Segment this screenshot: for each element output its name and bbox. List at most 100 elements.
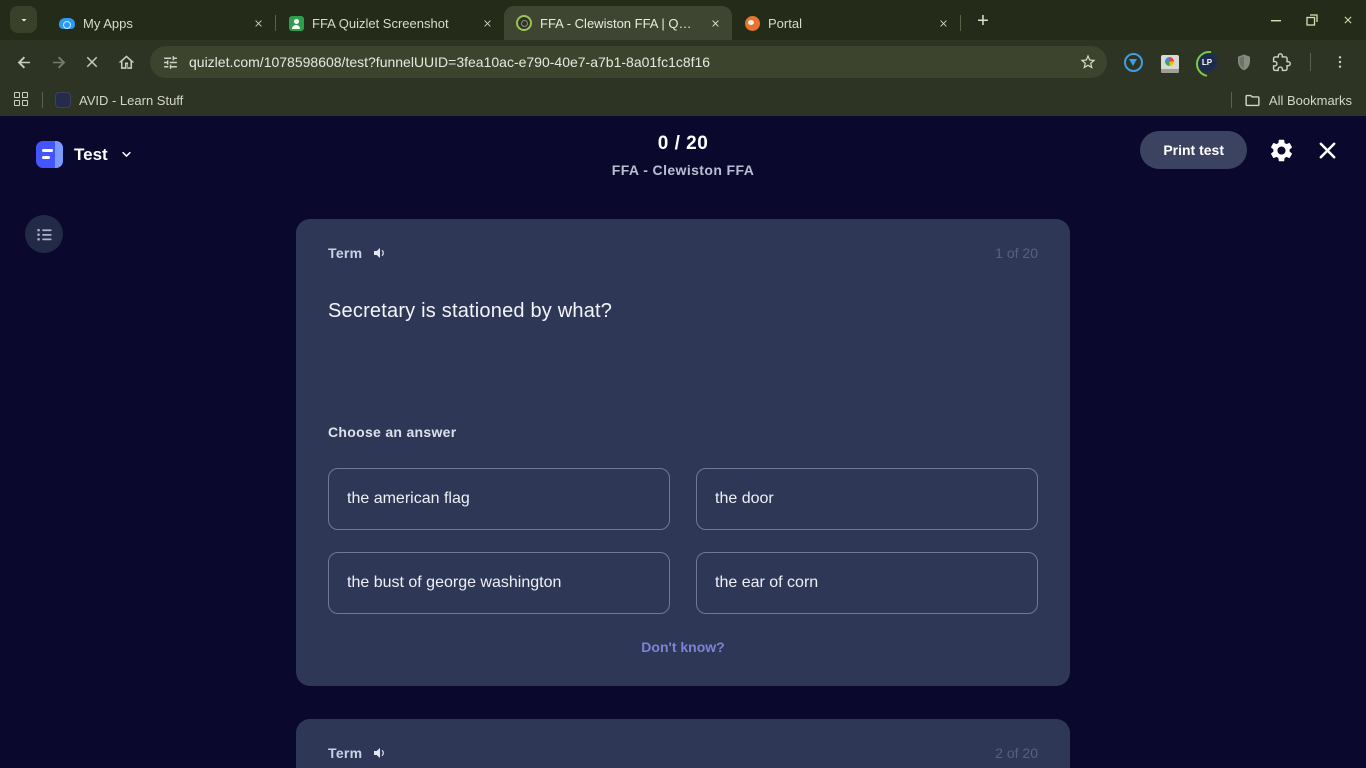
browser-menu-button[interactable] xyxy=(1328,50,1352,74)
quizlet-test-page: Test 0 / 20 FFA - Clewiston FFA Print te… xyxy=(0,116,1366,768)
tab-my-apps[interactable]: My Apps xyxy=(47,6,275,40)
window-restore-button[interactable] xyxy=(1294,0,1330,40)
toolbar-separator xyxy=(1310,53,1311,71)
answer-option-3[interactable]: the bust of george washington xyxy=(328,552,670,614)
question-text: Secretary is stationed by what? xyxy=(328,300,613,322)
extensions-area: LP xyxy=(1115,50,1358,74)
tab-title: FFA Quizlet Screenshot xyxy=(312,15,449,31)
folder-icon xyxy=(1245,94,1260,106)
chevron-down-icon xyxy=(122,151,131,157)
tab-close-icon[interactable] xyxy=(249,14,267,32)
bookmark-star-button[interactable] xyxy=(1079,53,1097,71)
test-progress-header: 0 / 20 FFA - Clewiston FFA xyxy=(612,133,754,178)
tab-ffa-screenshot[interactable]: FFA Quizlet Screenshot xyxy=(276,6,504,40)
progress-counter: 0 / 20 xyxy=(657,133,709,154)
window-close-button[interactable] xyxy=(1330,0,1366,40)
home-button[interactable] xyxy=(110,46,142,78)
tab-title: Portal xyxy=(768,15,802,31)
card-header: Term 1 of 20 xyxy=(328,245,1038,261)
new-tab-button[interactable]: + xyxy=(969,7,997,35)
question-list-toggle-button[interactable] xyxy=(25,215,63,253)
forward-arrow-icon xyxy=(52,55,65,69)
close-test-button[interactable] xyxy=(1316,139,1339,162)
dont-know-row: Don't know? xyxy=(328,639,1038,657)
dont-know-button[interactable]: Don't know? xyxy=(641,639,724,655)
close-icon xyxy=(1319,142,1336,158)
apps-grid-icon xyxy=(14,92,30,108)
answer-option-2[interactable]: the door xyxy=(696,468,1038,530)
shield-extension-icon[interactable] xyxy=(1232,50,1256,74)
chevron-down-icon xyxy=(21,18,26,21)
three-dot-menu-icon xyxy=(1338,56,1342,68)
back-button[interactable] xyxy=(8,46,40,78)
bookmarks-separator xyxy=(42,92,43,108)
home-icon xyxy=(118,54,134,69)
test-mode-menu[interactable]: Test xyxy=(36,141,134,168)
screenshot-favicon-icon xyxy=(288,15,304,31)
test-mode-icon xyxy=(36,141,63,168)
term-label-group: Term xyxy=(328,745,388,761)
print-extension-icon[interactable] xyxy=(1158,50,1182,74)
forward-button[interactable] xyxy=(42,46,74,78)
question-card-1: Term 1 of 20 Secretary is stationed by w… xyxy=(296,219,1070,686)
lastpass-extension-icon[interactable]: LP xyxy=(1195,50,1219,74)
card-position: 2 of 20 xyxy=(995,745,1038,761)
tab-title: FFA - Clewiston FFA | Quizlet xyxy=(540,15,698,31)
minimize-icon xyxy=(1271,20,1281,22)
bookmark-avid-learn-stuff[interactable]: AVID - Learn Stuff xyxy=(55,92,183,108)
tab-title: My Apps xyxy=(83,15,133,31)
header-actions: Print test xyxy=(1140,131,1339,169)
all-bookmarks-button[interactable]: All Bookmarks xyxy=(1244,92,1352,109)
answer-option-1[interactable]: the american flag xyxy=(328,468,670,530)
window-minimize-button[interactable] xyxy=(1258,0,1294,40)
adblock-extension-icon[interactable] xyxy=(1121,50,1145,74)
url-text[interactable]: quizlet.com/1078598608/test?funnelUUID=3… xyxy=(189,54,1069,70)
bookmark-label: AVID - Learn Stuff xyxy=(79,92,184,108)
list-icon xyxy=(36,228,52,241)
portal-favicon-icon xyxy=(744,15,760,31)
browser-toolbar: quizlet.com/1078598608/test?funnelUUID=3… xyxy=(0,40,1366,84)
site-settings-icon[interactable] xyxy=(162,54,179,71)
browser-window: My Apps FFA Quizlet Screenshot FFA - Cle… xyxy=(0,0,1366,768)
card-position: 1 of 20 xyxy=(995,245,1038,261)
mode-title: Test xyxy=(74,144,108,164)
term-label: Term xyxy=(328,245,363,261)
choose-answer-prompt: Choose an answer xyxy=(328,424,457,440)
question-card-2: Term 2 of 20 xyxy=(296,719,1070,768)
answer-options: the american flag the door the bust of g… xyxy=(328,468,1038,614)
extensions-puzzle-icon[interactable] xyxy=(1269,50,1293,74)
settings-button[interactable] xyxy=(1268,137,1295,164)
quizlet-favicon-icon xyxy=(516,15,532,31)
tab-close-icon[interactable] xyxy=(934,14,952,32)
close-icon xyxy=(1344,16,1352,24)
audio-icon[interactable] xyxy=(372,245,388,261)
answer-option-4[interactable]: the ear of corn xyxy=(696,552,1038,614)
stop-loading-button[interactable] xyxy=(76,46,108,78)
tab-quizlet-active[interactable]: FFA - Clewiston FFA | Quizlet xyxy=(504,6,732,40)
audio-icon[interactable] xyxy=(372,745,388,761)
tab-close-icon[interactable] xyxy=(478,14,496,32)
tab-divider xyxy=(960,15,961,31)
my-apps-favicon-icon xyxy=(59,15,75,31)
set-title: FFA - Clewiston FFA xyxy=(611,162,755,178)
stop-x-icon xyxy=(86,56,98,68)
print-test-button[interactable]: Print test xyxy=(1140,131,1247,169)
star-icon xyxy=(1080,54,1096,69)
tab-strip: My Apps FFA Quizlet Screenshot FFA - Cle… xyxy=(0,0,1366,40)
bookmarks-bar: AVID - Learn Stuff All Bookmarks xyxy=(0,84,1366,116)
apps-grid-button[interactable] xyxy=(14,92,30,108)
back-arrow-icon xyxy=(17,55,30,69)
card-header: Term 2 of 20 xyxy=(328,745,1038,761)
gear-icon xyxy=(1270,139,1293,161)
tab-search-button[interactable] xyxy=(10,6,37,33)
question-cards: Term 1 of 20 Secretary is stationed by w… xyxy=(296,219,1070,768)
tab-close-icon[interactable] xyxy=(706,14,724,32)
bookmarks-separator xyxy=(1230,92,1232,108)
term-label: Term xyxy=(328,745,363,761)
address-bar[interactable]: quizlet.com/1078598608/test?funnelUUID=3… xyxy=(150,46,1107,78)
restore-icon xyxy=(1306,14,1318,26)
bookmark-favicon-icon xyxy=(55,92,71,108)
window-controls xyxy=(1258,0,1366,40)
tab-portal[interactable]: Portal xyxy=(732,6,960,40)
all-bookmarks-label: All Bookmarks xyxy=(1268,92,1352,108)
